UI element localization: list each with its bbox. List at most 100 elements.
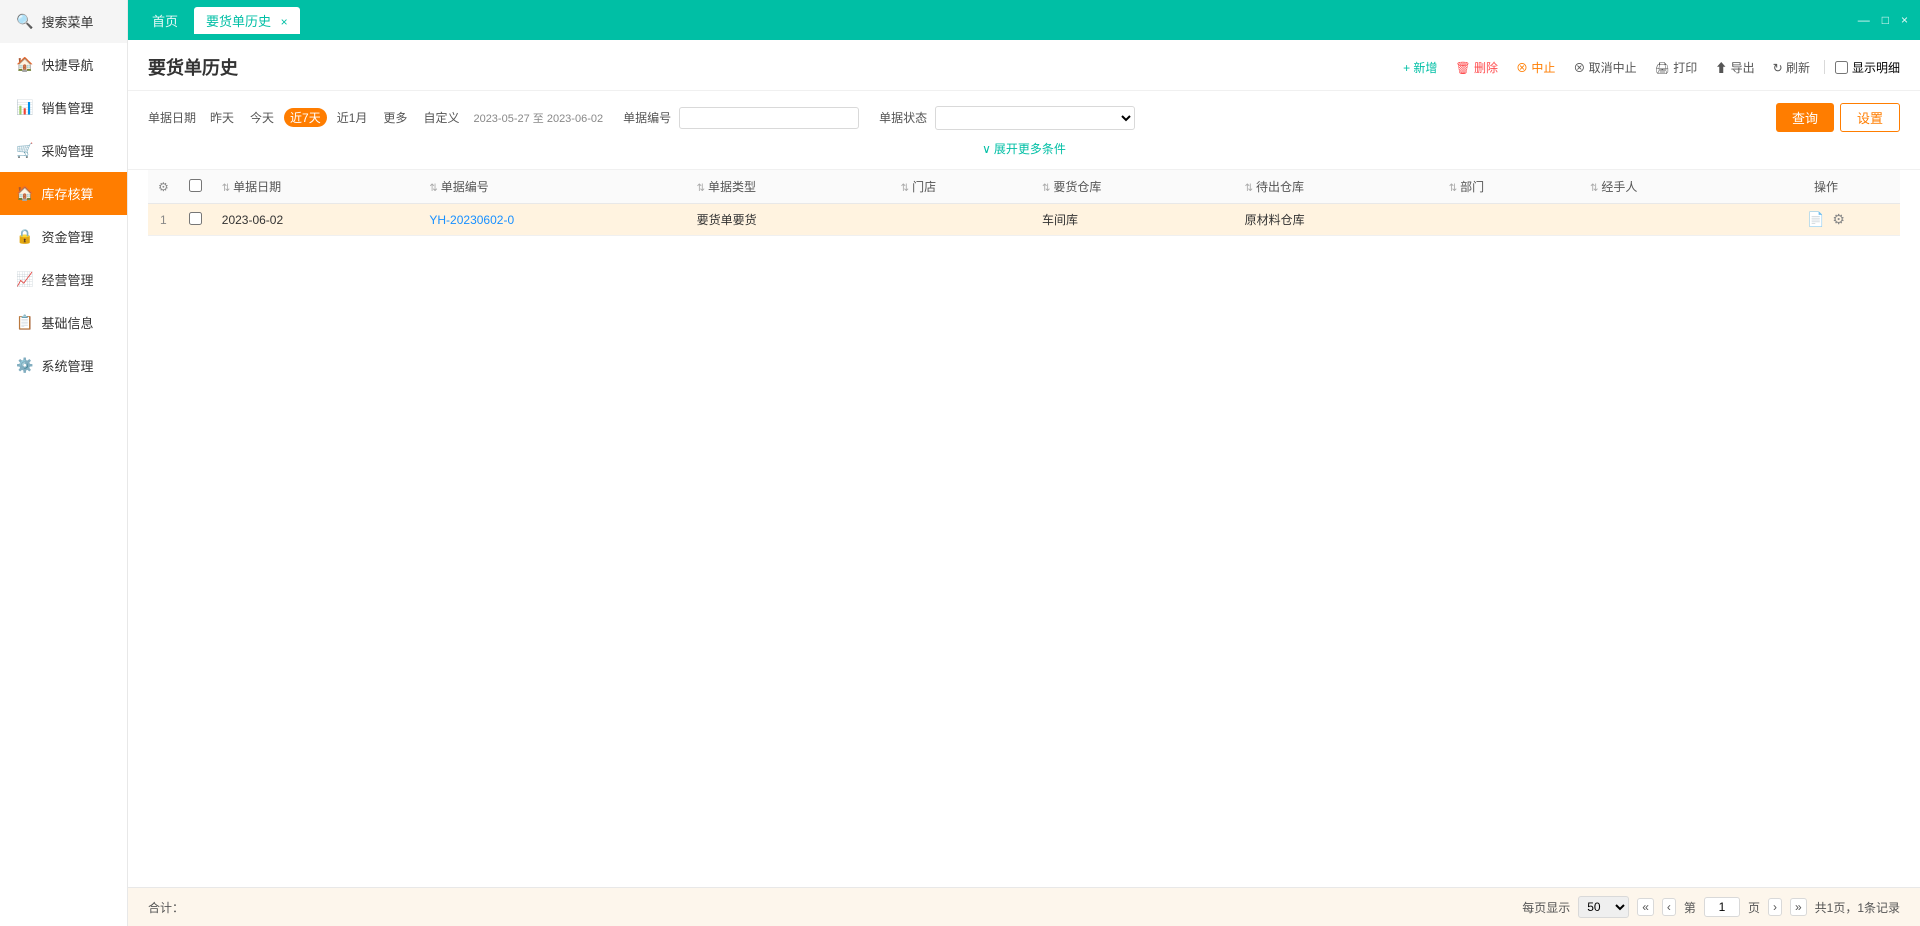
- print-button[interactable]: 🖨 打印: [1651, 57, 1702, 78]
- sidebar-item-sales[interactable]: 📊 销售管理: [0, 86, 127, 129]
- sidebar-item-ops[interactable]: 📈 经营管理: [0, 258, 127, 301]
- pagination: 每页显示 10 20 50 100 « ‹ 第 页 › » 共1页，1条记录: [1522, 896, 1900, 918]
- page-header: 要货单历史 + 新增 🗑 删除 ⊗ 中止 ⊗ 取消中止 🖨 打印 ⬆ 导出 ↻ …: [128, 40, 1920, 91]
- cancel-stop-button[interactable]: ⊗ 取消中止: [1569, 57, 1640, 78]
- per-page-label: 每页显示: [1522, 899, 1570, 916]
- tab-home[interactable]: 首页: [140, 7, 190, 34]
- export-button[interactable]: ⬆ 导出: [1711, 57, 1758, 78]
- filter-row-2: ∨ 展开更多条件: [148, 140, 1900, 157]
- first-page-btn[interactable]: «: [1637, 898, 1654, 916]
- row-action-view-icon[interactable]: 📄: [1807, 211, 1824, 228]
- expand-filter-button[interactable]: ∨ 展开更多条件: [982, 140, 1066, 157]
- per-page-select[interactable]: 10 20 50 100: [1578, 896, 1629, 918]
- sidebar-item-label: 库存核算: [41, 184, 93, 203]
- th-handler[interactable]: 经手人: [1580, 170, 1752, 204]
- toolbar: + 新增 🗑 删除 ⊗ 中止 ⊗ 取消中止 🖨 打印 ⬆ 导出 ↻ 刷新 显示明…: [1399, 57, 1900, 78]
- prev-page-btn[interactable]: ‹: [1662, 898, 1676, 916]
- row-doc-type: 要货单要货: [687, 204, 891, 236]
- maximize-btn[interactable]: □: [1882, 13, 1889, 27]
- doc-no-input[interactable]: [679, 107, 859, 129]
- sys-mgmt-icon: ⚙️: [16, 357, 33, 374]
- row-store: [891, 204, 1032, 236]
- add-button[interactable]: + 新增: [1399, 57, 1441, 78]
- sidebar-item-inventory[interactable]: 🏠 库存核算: [0, 172, 127, 215]
- date-filter-label: 单据日期: [148, 109, 196, 126]
- tab-close-icon[interactable]: ×: [281, 15, 288, 29]
- sidebar-item-purchase[interactable]: 🛒 采购管理: [0, 129, 127, 172]
- th-doc-type[interactable]: 单据类型: [687, 170, 891, 204]
- row-date: 2023-06-02: [212, 204, 420, 236]
- settings-button[interactable]: 设置: [1840, 103, 1900, 132]
- date-btn-more[interactable]: 更多: [377, 108, 413, 127]
- tab-label: 要货单历史: [206, 14, 271, 29]
- quick-nav-icon: 🏠: [16, 56, 33, 73]
- stop-button[interactable]: ⊗ 中止: [1512, 57, 1559, 78]
- row-action-settings-icon[interactable]: ⚙: [1832, 211, 1845, 228]
- main-area: 首页 要货单历史 × — □ × 要货单历史 + 新增 🗑 删除 ⊗ 中止 ⊗ …: [128, 0, 1920, 926]
- display-detail-label: 显示明细: [1852, 59, 1900, 76]
- row-handler: [1580, 204, 1752, 236]
- row-actions: 📄 ⚙: [1752, 204, 1900, 236]
- date-btn-today[interactable]: 今天: [244, 108, 280, 127]
- sidebar-item-label: 资金管理: [41, 227, 93, 246]
- row-req-warehouse: 车间库: [1032, 204, 1235, 236]
- th-settings: ⚙: [148, 170, 179, 204]
- sidebar-item-finance[interactable]: 🔒 资金管理: [0, 215, 127, 258]
- page-number-input[interactable]: [1704, 897, 1740, 917]
- date-btn-1month[interactable]: 近1月: [331, 108, 374, 127]
- doc-no-filter-group: 单据编号: [623, 107, 859, 129]
- table-footer: 合计： 每页显示 10 20 50 100 « ‹ 第 页 › » 共1页，1条…: [128, 887, 1920, 926]
- sidebar-item-basic-info[interactable]: 📋 基础信息: [0, 301, 127, 344]
- table-row: 1 2023-06-02 YH-20230602-0 要货单要货 车间库 原材料…: [148, 204, 1900, 236]
- minimize-btn[interactable]: —: [1858, 13, 1870, 27]
- sidebar-item-label: 基础信息: [41, 313, 93, 332]
- th-req-warehouse[interactable]: 要货仓库: [1032, 170, 1235, 204]
- next-page-btn[interactable]: ›: [1768, 898, 1782, 916]
- doc-no-label: 单据编号: [623, 109, 671, 126]
- filter-row-1: 单据日期 昨天 今天 近7天 近1月 更多 自定义 2023-05-27 至 2…: [148, 103, 1900, 132]
- th-doc-no[interactable]: 单据编号: [419, 170, 686, 204]
- display-detail-toggle[interactable]: 显示明细: [1835, 59, 1900, 76]
- query-button[interactable]: 查询: [1776, 103, 1834, 132]
- close-window-btn[interactable]: ×: [1901, 13, 1908, 27]
- date-btn-custom[interactable]: 自定义: [417, 108, 465, 127]
- data-table: ⚙ 单据日期 单据编号 单据类型 门店 要货仓库 待出仓库 部门 经手人 操: [148, 170, 1900, 236]
- date-range-display: 2023-05-27 至 2023-06-02: [473, 113, 603, 125]
- th-store[interactable]: 门店: [891, 170, 1032, 204]
- refresh-button[interactable]: ↻ 刷新: [1769, 57, 1814, 78]
- filter-actions: 查询 设置: [1776, 103, 1900, 132]
- sidebar-item-label: 销售管理: [41, 98, 93, 117]
- sidebar-item-quick-nav[interactable]: 🏠 快捷导航: [0, 43, 127, 86]
- row-num: 1: [148, 204, 179, 236]
- summary-label: 合计：: [148, 899, 184, 916]
- sidebar-item-label: 系统管理: [41, 356, 93, 375]
- select-all-checkbox[interactable]: [189, 179, 202, 192]
- sidebar-item-label: 采购管理: [41, 141, 93, 160]
- th-date[interactable]: 单据日期: [212, 170, 420, 204]
- expand-icon: ∨: [982, 142, 991, 156]
- date-btn-7days[interactable]: 近7天: [284, 108, 327, 127]
- tab-active[interactable]: 要货单历史 ×: [194, 7, 300, 34]
- total-info: 共1页，1条记录: [1815, 899, 1900, 916]
- th-checkbox: [179, 170, 212, 204]
- table-settings-icon[interactable]: ⚙: [158, 180, 169, 194]
- filter-area: 单据日期 昨天 今天 近7天 近1月 更多 自定义 2023-05-27 至 2…: [128, 91, 1920, 170]
- sidebar: 🔍 搜索菜单 🏠 快捷导航 📊 销售管理 🛒 采购管理 🏠 库存核算 🔒 资金管…: [0, 0, 128, 926]
- topbar-right: — □ ×: [1858, 13, 1908, 27]
- doc-no-link[interactable]: YH-20230602-0: [429, 213, 514, 227]
- sidebar-item-sys-mgmt[interactable]: ⚙️ 系统管理: [0, 344, 127, 387]
- sidebar-item-label: 搜索菜单: [41, 12, 93, 31]
- th-dept[interactable]: 部门: [1439, 170, 1580, 204]
- status-select[interactable]: [935, 106, 1135, 130]
- expand-label: 展开更多条件: [994, 140, 1066, 157]
- sidebar-item-search-menu[interactable]: 🔍 搜索菜单: [0, 0, 127, 43]
- delete-button[interactable]: 🗑 删除: [1451, 57, 1502, 78]
- last-page-btn[interactable]: »: [1790, 898, 1807, 916]
- th-pending-warehouse[interactable]: 待出仓库: [1235, 170, 1439, 204]
- row-checkbox-cell: [179, 204, 212, 236]
- page-title: 要货单历史: [148, 54, 238, 80]
- date-btn-yesterday[interactable]: 昨天: [204, 108, 240, 127]
- display-detail-checkbox[interactable]: [1835, 61, 1848, 74]
- row-checkbox[interactable]: [189, 212, 202, 225]
- ops-icon: 📈: [16, 271, 33, 288]
